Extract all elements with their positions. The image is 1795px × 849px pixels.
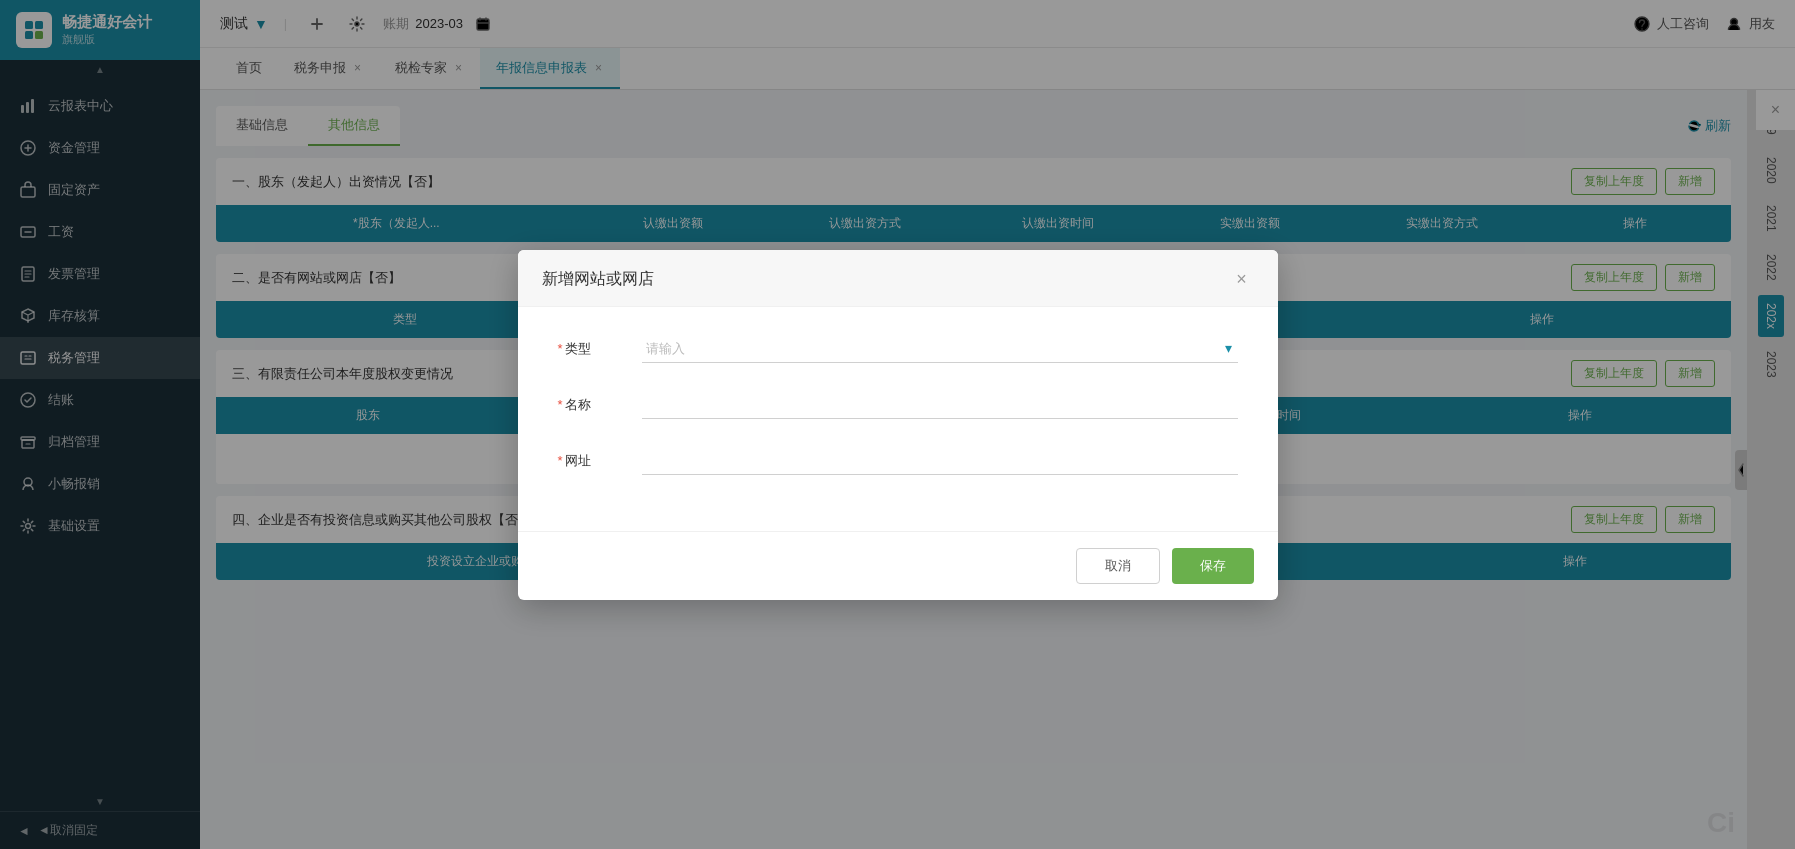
add-website-modal: 新增网站或网店 × *类型 ▾ *名称 (518, 250, 1278, 600)
modal-header: 新增网站或网店 × (518, 250, 1278, 307)
form-type-wrapper: ▾ (642, 335, 1238, 363)
modal-title: 新增网站或网店 (542, 269, 654, 290)
form-row-name: *名称 (558, 391, 1238, 419)
form-label-name: *名称 (558, 396, 618, 414)
save-button[interactable]: 保存 (1172, 548, 1254, 584)
name-input[interactable] (642, 391, 1238, 418)
type-input[interactable] (642, 335, 1238, 362)
form-url-wrapper (642, 447, 1238, 475)
form-label-url: *网址 (558, 452, 618, 470)
form-label-type: *类型 (558, 340, 618, 358)
modal-overlay: 新增网站或网店 × *类型 ▾ *名称 (0, 0, 1795, 849)
modal-body: *类型 ▾ *名称 *网址 (518, 307, 1278, 531)
form-row-url: *网址 (558, 447, 1238, 475)
modal-close-btn[interactable]: × (1230, 268, 1254, 292)
form-name-wrapper (642, 391, 1238, 419)
url-input[interactable] (642, 447, 1238, 474)
cancel-button[interactable]: 取消 (1076, 548, 1160, 584)
modal-footer: 取消 保存 (518, 531, 1278, 600)
form-row-type: *类型 ▾ (558, 335, 1238, 363)
